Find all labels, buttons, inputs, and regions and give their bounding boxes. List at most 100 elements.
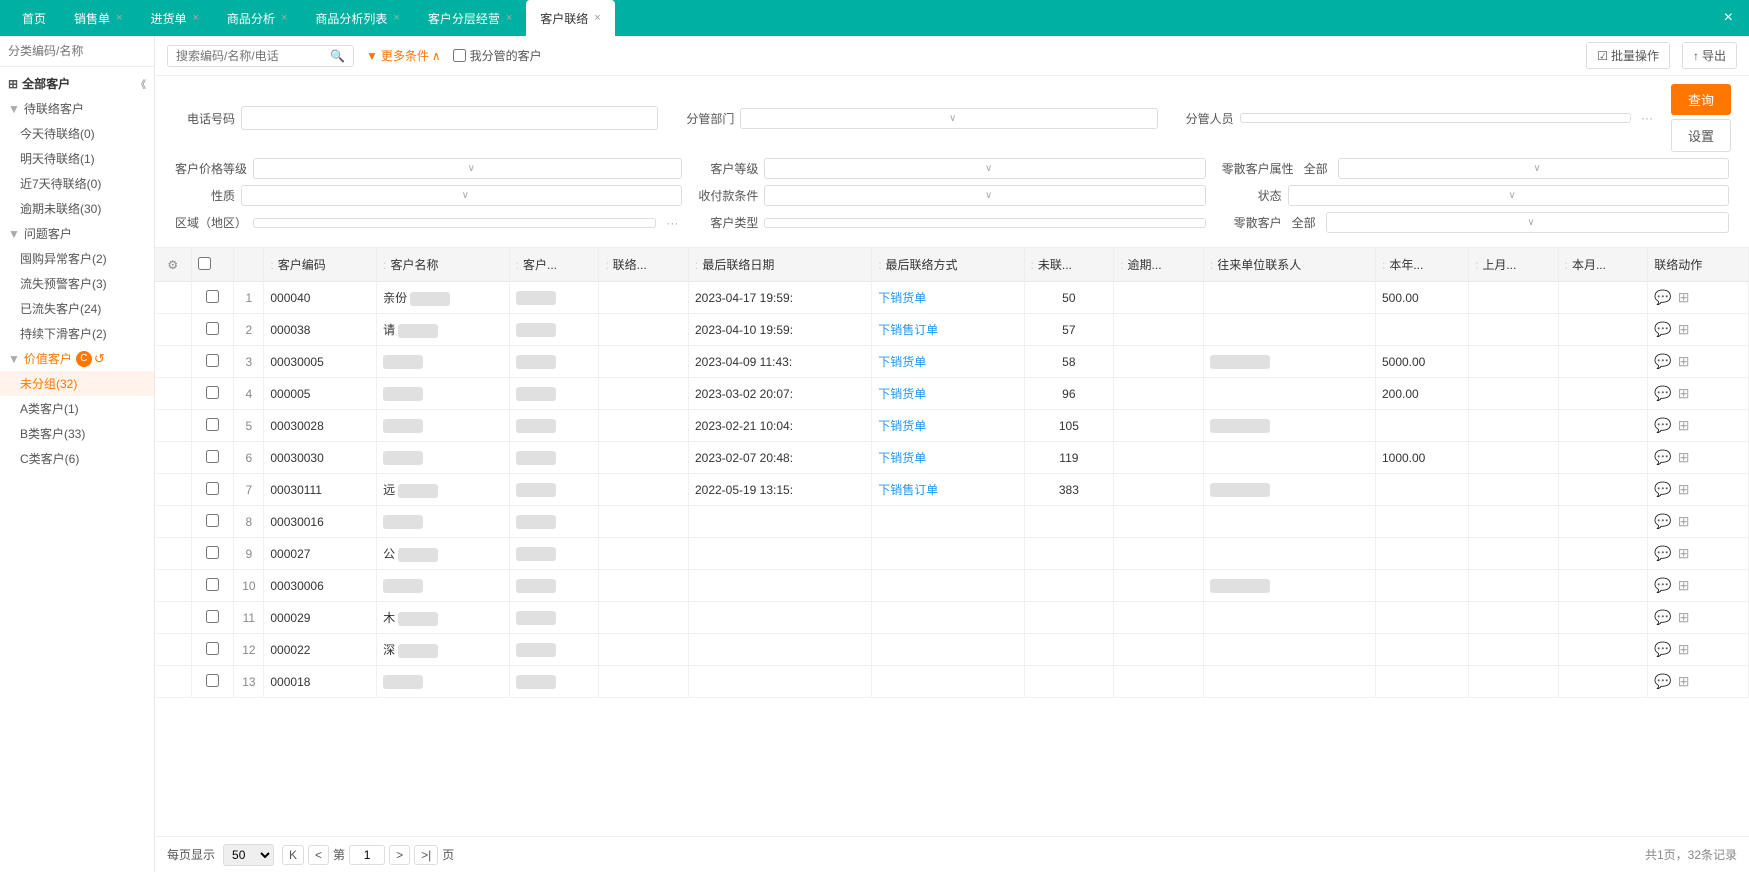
last-way-link-6[interactable]: 下销售订单 xyxy=(878,483,938,497)
th-overdue[interactable]: :逾期... xyxy=(1114,248,1204,282)
td-checkbox-12[interactable] xyxy=(191,666,234,698)
nav-purchase[interactable]: 进货单 × xyxy=(136,0,212,36)
more-icon-7[interactable]: ⊞ xyxy=(1678,513,1690,530)
th-contact[interactable]: :联络... xyxy=(599,248,689,282)
row-checkbox-8[interactable] xyxy=(206,546,219,559)
last-way-link-4[interactable]: 下销货单 xyxy=(878,419,926,433)
td-last-way-6[interactable]: 下销售订单 xyxy=(872,474,1024,506)
contact-icon-12[interactable]: 💬 xyxy=(1654,673,1671,690)
row-checkbox-1[interactable] xyxy=(206,322,219,335)
last-way-link-0[interactable]: 下销货单 xyxy=(878,291,926,305)
th-not-contacted[interactable]: :未联... xyxy=(1024,248,1114,282)
filter-manager-select[interactable] xyxy=(1240,113,1631,123)
more-conditions-toggle[interactable]: ▼ 更多条件 ∧ xyxy=(366,47,441,64)
sidebar-group-value-header[interactable]: ▼ 价值客户 C ↺ xyxy=(0,346,154,371)
last-way-link-5[interactable]: 下销货单 xyxy=(878,451,926,465)
td-last-way-5[interactable]: 下销货单 xyxy=(872,442,1024,474)
filter-price-level-select[interactable]: ∨ xyxy=(253,158,682,179)
td-last-way-2[interactable]: 下销货单 xyxy=(872,346,1024,378)
filter-dept-select[interactable]: ∨ xyxy=(740,108,1157,129)
export-button[interactable]: ↑ 导出 xyxy=(1682,42,1737,69)
td-last-way-4[interactable]: 下销货单 xyxy=(872,410,1024,442)
th-last-month[interactable]: :上月... xyxy=(1468,248,1558,282)
contact-icon-7[interactable]: 💬 xyxy=(1654,513,1671,530)
filter-nature-select[interactable]: ∨ xyxy=(241,185,682,206)
contact-icon-10[interactable]: 💬 xyxy=(1654,609,1671,626)
td-checkbox-4[interactable] xyxy=(191,410,234,442)
th-checkbox[interactable] xyxy=(191,248,234,282)
sidebar-item-churn-warning[interactable]: 流失预警客户(3) xyxy=(0,271,154,296)
sidebar-item-overdue[interactable]: 逾期未联络(30) xyxy=(0,196,154,221)
contact-icon-8[interactable]: 💬 xyxy=(1654,545,1671,562)
sidebar-item-churned[interactable]: 已流失客户(24) xyxy=(0,296,154,321)
sidebar-item-ungroup[interactable]: 未分组(32) xyxy=(0,371,154,396)
row-checkbox-2[interactable] xyxy=(206,354,219,367)
last-way-link-2[interactable]: 下销货单 xyxy=(878,355,926,369)
sidebar-item-class-b[interactable]: B类客户(33) xyxy=(0,421,154,446)
td-checkbox-7[interactable] xyxy=(191,506,234,538)
td-checkbox-2[interactable] xyxy=(191,346,234,378)
manager-dots[interactable]: ··· xyxy=(1637,111,1657,125)
prev-page-button[interactable]: < xyxy=(308,845,329,865)
th-settings[interactable]: ⚙ xyxy=(155,248,191,282)
next-page-button[interactable]: > xyxy=(389,845,410,865)
contact-icon-4[interactable]: 💬 xyxy=(1654,417,1671,434)
row-checkbox-10[interactable] xyxy=(206,610,219,623)
sidebar-item-7days[interactable]: 近7天待联络(0) xyxy=(0,171,154,196)
region-dots[interactable]: ··· xyxy=(662,216,682,230)
nav-customer-layer[interactable]: 客户分层经营 × xyxy=(414,0,526,36)
row-checkbox-3[interactable] xyxy=(206,386,219,399)
nav-product-analysis-list[interactable]: 商品分析列表 × xyxy=(301,0,413,36)
global-close-button[interactable]: × xyxy=(1716,9,1741,27)
first-page-button[interactable]: K xyxy=(282,845,304,865)
td-checkbox-6[interactable] xyxy=(191,474,234,506)
filter-phone-input[interactable] xyxy=(241,106,658,130)
close-sales-order[interactable]: × xyxy=(116,12,122,24)
filter-search-icon[interactable]: 🔍 xyxy=(330,49,345,63)
search-input[interactable] xyxy=(176,49,326,63)
contact-icon-11[interactable]: 💬 xyxy=(1654,641,1671,658)
batch-ops-button[interactable]: ☑ 批量操作 xyxy=(1586,42,1670,69)
last-way-link-1[interactable]: 下销售订单 xyxy=(878,323,938,337)
more-icon-6[interactable]: ⊞ xyxy=(1678,481,1690,498)
td-checkbox-10[interactable] xyxy=(191,602,234,634)
sidebar-item-tomorrow[interactable]: 明天待联络(1) xyxy=(0,146,154,171)
nav-home[interactable]: 首页 xyxy=(8,0,60,36)
th-last-contact-way[interactable]: :最后联络方式 xyxy=(872,248,1024,282)
th-last-contact-date[interactable]: :最后联络日期 xyxy=(688,248,871,282)
row-checkbox-4[interactable] xyxy=(206,418,219,431)
more-icon-5[interactable]: ⊞ xyxy=(1678,449,1690,466)
filter-region-select[interactable] xyxy=(253,218,656,228)
contact-icon-1[interactable]: 💬 xyxy=(1654,321,1671,338)
contact-icon-5[interactable]: 💬 xyxy=(1654,449,1671,466)
td-checkbox-11[interactable] xyxy=(191,634,234,666)
more-icon-10[interactable]: ⊞ xyxy=(1678,609,1690,626)
select-all-checkbox[interactable] xyxy=(198,257,211,270)
more-icon-2[interactable]: ⊞ xyxy=(1678,353,1690,370)
filter-retail-customer-select[interactable]: ∨ xyxy=(1326,212,1729,233)
more-icon-12[interactable]: ⊞ xyxy=(1678,673,1690,690)
refresh-icon[interactable]: ↺ xyxy=(94,351,105,367)
td-checkbox-5[interactable] xyxy=(191,442,234,474)
row-checkbox-9[interactable] xyxy=(206,578,219,591)
td-checkbox-0[interactable] xyxy=(191,282,234,314)
reset-button[interactable]: 设置 xyxy=(1671,119,1731,152)
row-checkbox-5[interactable] xyxy=(206,450,219,463)
page-size-select[interactable]: 50 100 200 xyxy=(223,844,274,866)
contact-icon-3[interactable]: 💬 xyxy=(1654,385,1671,402)
th-company-contact[interactable]: :往来单位联系人 xyxy=(1203,248,1375,282)
contact-icon-9[interactable]: 💬 xyxy=(1654,577,1671,594)
td-checkbox-8[interactable] xyxy=(191,538,234,570)
nav-customer-contact[interactable]: 客户联络 × xyxy=(526,0,614,36)
contact-icon-0[interactable]: 💬 xyxy=(1654,289,1671,306)
td-checkbox-1[interactable] xyxy=(191,314,234,346)
close-customer-layer[interactable]: × xyxy=(506,12,512,24)
filter-retail-attr-select[interactable]: ∨ xyxy=(1338,158,1729,179)
td-last-way-0[interactable]: 下销货单 xyxy=(872,282,1024,314)
th-category[interactable]: :客户... xyxy=(509,248,599,282)
more-icon-1[interactable]: ⊞ xyxy=(1678,321,1690,338)
sidebar-item-hoarding[interactable]: 囤购异常客户(2) xyxy=(0,246,154,271)
sidebar-group-problem-header[interactable]: ▼ 问题客户 xyxy=(0,221,154,246)
last-way-link-3[interactable]: 下销货单 xyxy=(878,387,926,401)
row-checkbox-6[interactable] xyxy=(206,482,219,495)
